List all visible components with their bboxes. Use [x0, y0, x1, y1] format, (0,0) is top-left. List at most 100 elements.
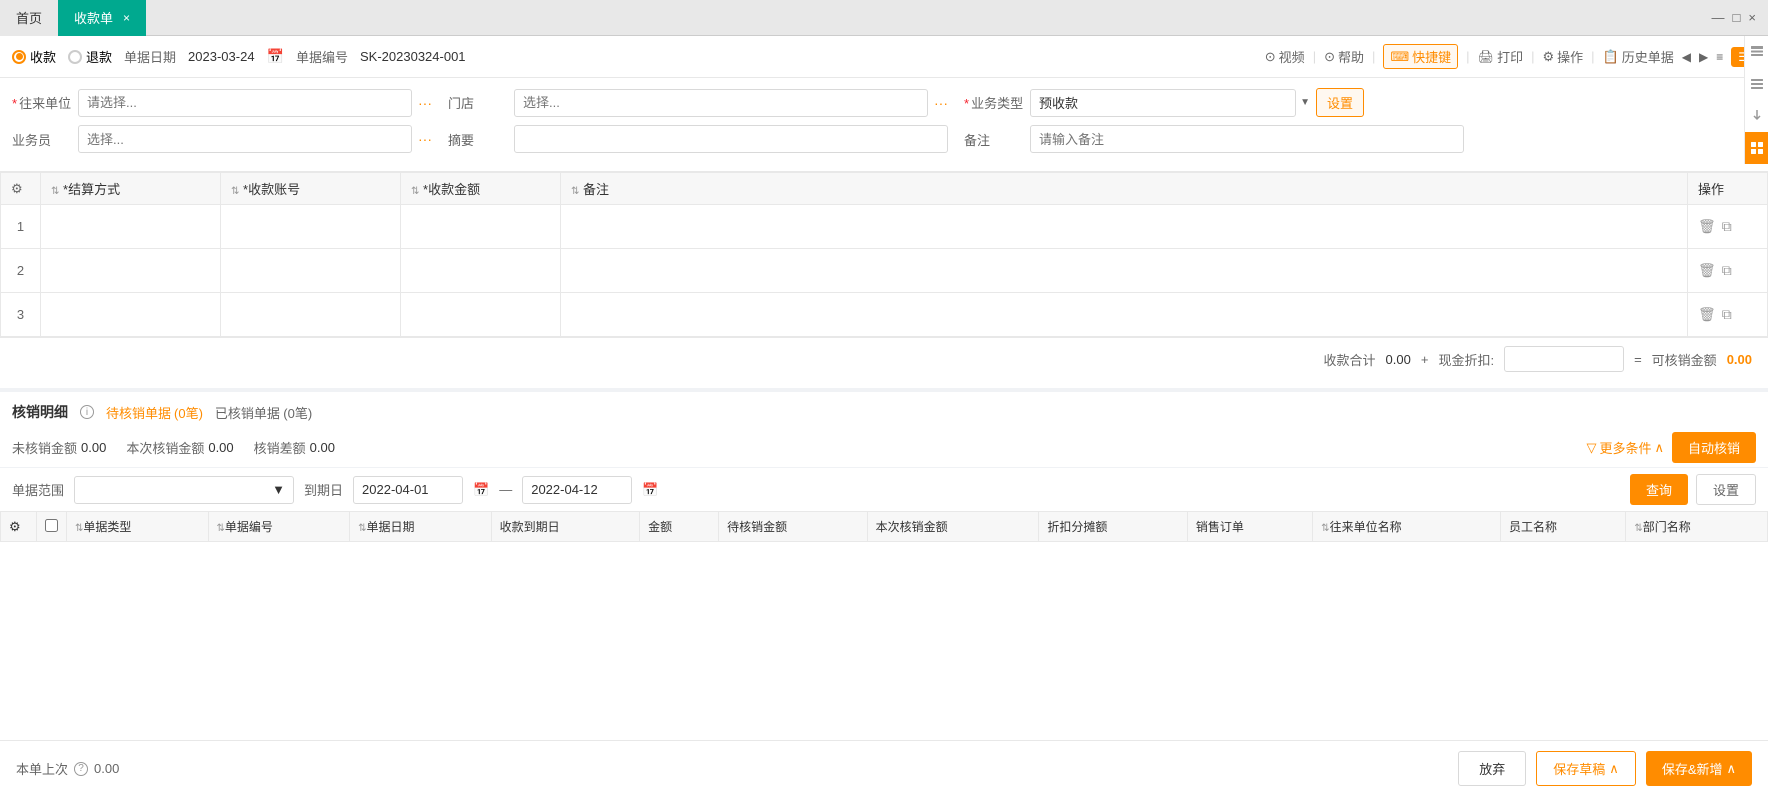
col-counterpart-name: ⇅往来单位名称	[1313, 512, 1501, 542]
history-btn[interactable]: 📋 历史单据	[1603, 47, 1674, 66]
remark-2[interactable]	[561, 249, 1688, 293]
amount-3[interactable]	[401, 293, 561, 337]
radio-shoukuan[interactable]: 收款	[12, 47, 56, 66]
amount-1[interactable]	[401, 205, 561, 249]
sort-doc-type[interactable]: ⇅	[75, 523, 83, 534]
settings-gear-icon[interactable]: ⚙	[11, 181, 23, 196]
writeoff-info-icon[interactable]: i	[80, 405, 94, 419]
copy-icon-3[interactable]: ⧉	[1722, 306, 1732, 323]
staff-more-icon[interactable]: ···	[418, 131, 432, 147]
tab-home[interactable]: 首页	[0, 0, 58, 36]
sidebar-icon-list[interactable]	[1745, 68, 1768, 100]
query-btn[interactable]: 查询	[1630, 474, 1688, 505]
list-view-btn[interactable]: ≡	[1716, 50, 1723, 64]
bottom-settings-col[interactable]: ⚙	[1, 512, 37, 542]
discount-input[interactable]	[1504, 346, 1624, 372]
tab-current[interactable]: 收款单 ×	[58, 0, 146, 36]
history-icon: 📋	[1603, 49, 1619, 65]
draft-label: 保存草稿	[1553, 759, 1605, 778]
minimize-icon[interactable]: —	[1712, 10, 1725, 25]
table-setting-btn[interactable]: 设置	[1696, 474, 1756, 505]
close-icon[interactable]: ×	[1748, 10, 1756, 25]
date-from-input[interactable]	[353, 476, 463, 504]
business-type-arrow[interactable]: ▼	[1300, 97, 1310, 108]
counterpart-input[interactable]	[78, 89, 412, 117]
shortcut-btn[interactable]: ⌨ 快捷键	[1383, 44, 1458, 69]
sidebar-icon-table[interactable]	[1745, 36, 1768, 68]
account-3[interactable]	[221, 293, 401, 337]
copy-icon-1[interactable]: ⧉	[1722, 218, 1732, 235]
date-to-input[interactable]	[522, 476, 632, 504]
sort-doc-date[interactable]: ⇅	[358, 523, 366, 534]
date-from-icon[interactable]: 📅	[473, 482, 489, 498]
delete-icon-2[interactable]: 🗑	[1698, 262, 1716, 279]
store-more-icon[interactable]: ···	[934, 95, 948, 111]
copy-icon-2[interactable]: ⧉	[1722, 262, 1732, 279]
store-input[interactable]	[514, 89, 928, 117]
col-remark-header: ⇅ 备注	[561, 173, 1688, 205]
staff-input[interactable]	[78, 125, 412, 153]
summary-input[interactable]	[514, 125, 948, 153]
footer-info-icon[interactable]: ?	[74, 762, 88, 776]
tab-close-icon[interactable]: ×	[123, 11, 130, 25]
save-btn[interactable]: 保存&新增 ∧	[1646, 751, 1752, 786]
operation-btn[interactable]: ⚙ 操作	[1542, 47, 1583, 66]
setting-btn[interactable]: 设置	[1316, 88, 1364, 117]
col-doc-num: ⇅单据编号	[208, 512, 350, 542]
sort-icon-4[interactable]: ⇅	[571, 186, 579, 197]
next-btn[interactable]: ▶	[1699, 50, 1708, 64]
remark-input[interactable]	[1030, 125, 1464, 153]
counterpart-more-icon[interactable]: ···	[418, 95, 432, 111]
date-to-icon[interactable]: 📅	[642, 482, 658, 498]
filter-btns: 查询 设置	[1630, 474, 1756, 505]
settlement-2[interactable]	[41, 249, 221, 293]
sort-dept[interactable]: ⇅	[1634, 523, 1642, 534]
remark-3[interactable]	[561, 293, 1688, 337]
calendar-icon[interactable]: 📅	[267, 48, 284, 65]
settlement-1[interactable]	[41, 205, 221, 249]
help-btn[interactable]: ⊙ 帮助	[1324, 47, 1364, 66]
net-label: 可核销金额	[1652, 350, 1717, 369]
delete-icon-1[interactable]: 🗑	[1698, 218, 1716, 235]
settlement-3[interactable]	[41, 293, 221, 337]
sort-counterpart[interactable]: ⇅	[1321, 523, 1329, 534]
sort-doc-num[interactable]: ⇅	[217, 523, 225, 534]
sidebar-icon-attachment[interactable]	[1745, 100, 1768, 132]
summary-label: 摘要	[448, 130, 508, 149]
maximize-icon[interactable]: □	[1733, 10, 1741, 25]
divider3: |	[1466, 49, 1469, 64]
sort-icon-2[interactable]: ⇅	[231, 186, 239, 197]
date-dash: —	[499, 482, 512, 497]
draft-btn[interactable]: 保存草稿 ∧	[1536, 751, 1636, 786]
tab-done-label: 已核销单据	[215, 406, 280, 421]
range-select[interactable]: ▼	[74, 476, 294, 504]
sidebar-icon-active[interactable]	[1745, 132, 1768, 164]
video-btn[interactable]: ⊙ 视频	[1265, 47, 1305, 66]
remark-1[interactable]	[561, 205, 1688, 249]
account-1[interactable]	[221, 205, 401, 249]
sort-icon-3[interactable]: ⇅	[411, 186, 419, 197]
auto-writeoff-btn[interactable]: 自动核销	[1672, 432, 1756, 463]
tab-done[interactable]: 已核销单据 (0笔)	[215, 403, 312, 422]
num-value: SK-20230324-001	[360, 49, 466, 64]
select-all-checkbox[interactable]	[45, 519, 58, 532]
more-conditions-btn[interactable]: ▽ 更多条件 ∧	[1586, 438, 1664, 457]
account-2[interactable]	[221, 249, 401, 293]
bottom-gear-icon[interactable]: ⚙	[9, 519, 21, 534]
table-section: ⚙ ⇅ *结算方式 ⇅ *收款账号 ⇅ *收款金额 ⇅	[0, 172, 1768, 337]
print-btn[interactable]: 🖨 打印	[1478, 47, 1524, 66]
sort-icon-1[interactable]: ⇅	[51, 186, 59, 197]
col-settings-header[interactable]: ⚙	[1, 173, 41, 205]
tab-pending[interactable]: 待核销单据 (0笔)	[106, 403, 203, 422]
date-value: 2023-03-24	[188, 49, 255, 64]
delete-icon-3[interactable]: 🗑	[1698, 306, 1716, 323]
bottom-table-section[interactable]: ⚙ ⇅单据类型 ⇅单据编号 ⇅单据日期	[0, 511, 1768, 740]
radio-tuikuan[interactable]: 退款	[68, 47, 112, 66]
business-type-input[interactable]	[1030, 89, 1296, 117]
discard-btn[interactable]: 放弃	[1458, 751, 1526, 786]
prev-btn[interactable]: ◀	[1682, 50, 1691, 64]
summary-field: 摘要	[448, 125, 948, 153]
amount-2[interactable]	[401, 249, 561, 293]
bottom-checkbox-col[interactable]	[37, 512, 67, 542]
save-label: 保存&新增	[1662, 759, 1723, 778]
